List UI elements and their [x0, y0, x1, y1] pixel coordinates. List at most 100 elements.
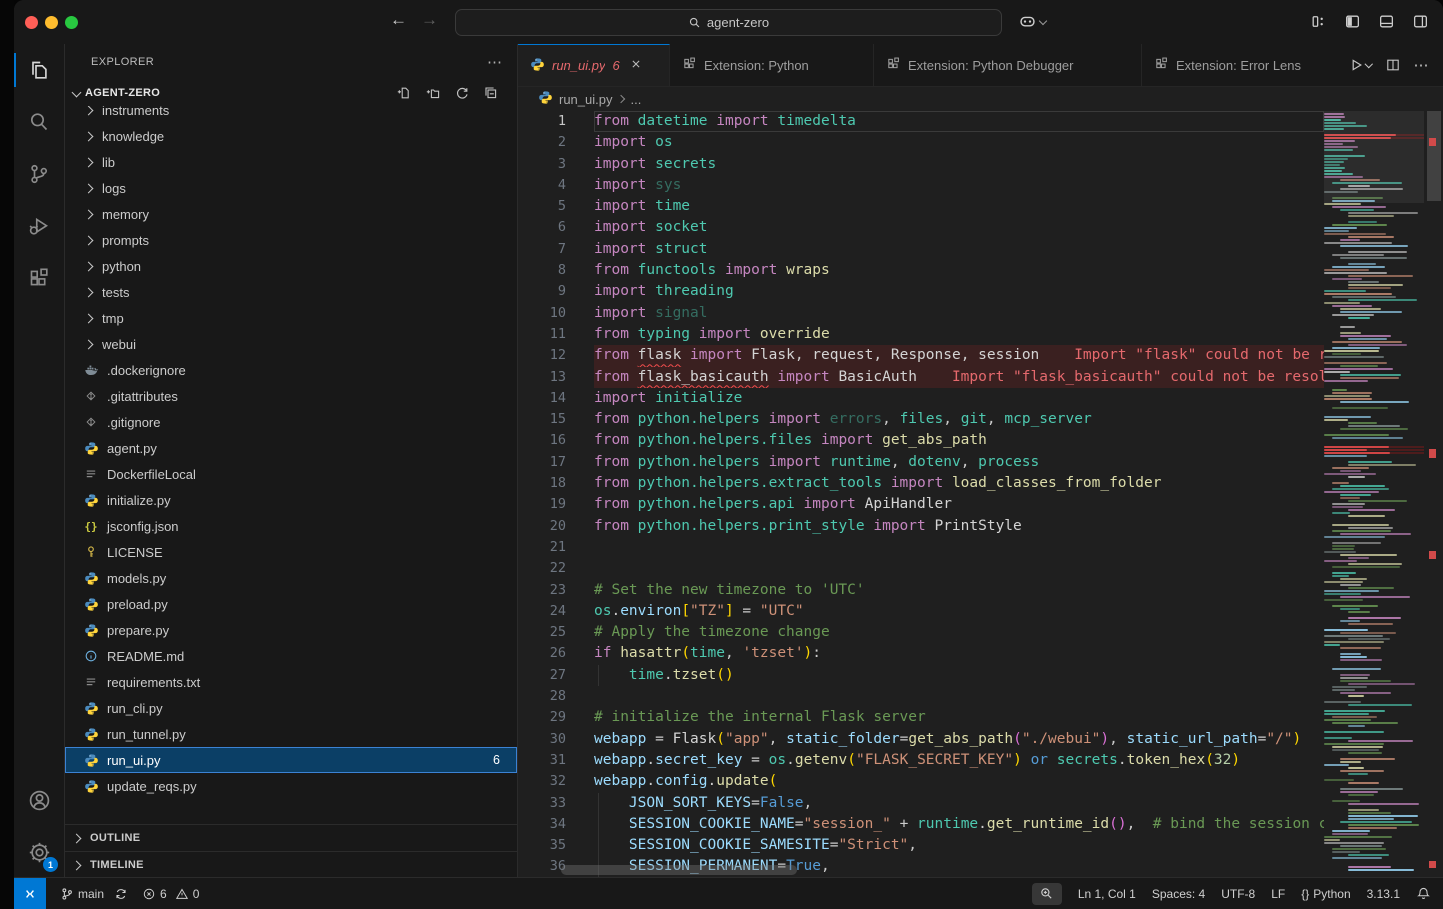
code-line-1[interactable]: 1 from datetime import timedelta — [518, 111, 1324, 133]
collapse-all-icon[interactable] — [483, 85, 499, 101]
python-interpreter[interactable]: 3.13.1 — [1367, 887, 1400, 901]
refresh-icon[interactable] — [454, 85, 470, 101]
code-line-9[interactable]: 9 import threading — [518, 281, 1324, 302]
file-item-README.md[interactable]: README.md — [65, 643, 517, 669]
back-button[interactable]: ← — [390, 10, 407, 30]
code-line-21[interactable]: 21 — [518, 537, 1324, 558]
folder-item-webui[interactable]: webui — [65, 331, 517, 357]
customize-layout-icon[interactable] — [1310, 13, 1327, 30]
code-line-30[interactable]: 30 webapp = Flask("app", static_folder=ge… — [518, 729, 1324, 750]
code-pane[interactable]: 1 from datetime import timedelta 2 import o… — [518, 111, 1324, 878]
new-folder-icon[interactable] — [425, 85, 441, 101]
activity-settings[interactable]: 1 — [14, 826, 64, 878]
code-line-34[interactable]: 34 SESSION_COOKIE_NAME="session_" + runt… — [518, 813, 1324, 836]
explorer-more-actions-icon[interactable]: ⋯ — [487, 53, 503, 71]
folder-item-lib[interactable]: lib — [65, 149, 517, 175]
code-line-27[interactable]: 27 time.tzset() — [518, 664, 1324, 687]
code-line-10[interactable]: 10 import signal — [518, 303, 1324, 324]
branch-indicator[interactable]: main — [60, 887, 128, 901]
split-editor-icon[interactable] — [1385, 57, 1401, 73]
code-line-2[interactable]: 2 import os — [518, 132, 1324, 153]
indentation[interactable]: Spaces: 4 — [1152, 887, 1205, 901]
file-item-models.py[interactable]: models.py — [65, 565, 517, 591]
tab-run-ui-py[interactable]: run_ui.py 6 — [518, 44, 670, 86]
file-item-run_cli.py[interactable]: run_cli.py — [65, 695, 517, 721]
activity-extensions[interactable] — [14, 252, 64, 304]
code-line-25[interactable]: 25 # Apply the timezone change — [518, 622, 1324, 643]
code-line-35[interactable]: 35 SESSION_COOKIE_SAMESITE="Strict", — [518, 835, 1324, 857]
file-item-LICENSE[interactable]: LICENSE — [65, 539, 517, 565]
file-item-.dockerignore[interactable]: .dockerignore — [65, 357, 517, 383]
code-line-18[interactable]: 18 from python.helpers.extract_tools impo… — [518, 473, 1324, 494]
language-mode[interactable]: {} Python — [1301, 887, 1350, 901]
toggle-secondary-sidebar-icon[interactable] — [1412, 13, 1429, 30]
code-line-5[interactable]: 5 import time — [518, 196, 1324, 217]
code-line-7[interactable]: 7 import struct — [518, 239, 1324, 260]
folder-item-prompts[interactable]: prompts — [65, 227, 517, 253]
code-line-31[interactable]: 31 webapp.secret_key = os.getenv("FLASK_S… — [518, 750, 1324, 771]
file-item-update_reqs.py[interactable]: update_reqs.py — [65, 773, 517, 799]
minimap-slider[interactable] — [1324, 111, 1424, 203]
copilot-menu[interactable] — [1018, 12, 1048, 31]
folder-item-tests[interactable]: tests — [65, 279, 517, 305]
code-line-23[interactable]: 23 # Set the new timezone to 'UTC' — [518, 580, 1324, 601]
code-line-15[interactable]: 15 from python.helpers import errors, fil… — [518, 409, 1324, 430]
bell-icon[interactable] — [1416, 886, 1431, 901]
run-python-file-button[interactable] — [1348, 57, 1373, 73]
toggle-panel-icon[interactable] — [1378, 13, 1395, 30]
folder-item-knowledge[interactable]: knowledge — [65, 123, 517, 149]
file-item-DockerfileLocal[interactable]: DockerfileLocal — [65, 461, 517, 487]
close-icon[interactable] — [629, 57, 643, 74]
folder-item-python[interactable]: python — [65, 253, 517, 279]
file-item-initialize.py[interactable]: initialize.py — [65, 487, 517, 513]
folder-item-memory[interactable]: memory — [65, 201, 517, 227]
command-center-search[interactable]: agent-zero — [455, 9, 1002, 36]
code-line-16[interactable]: 16 from python.helpers.files import get_a… — [518, 430, 1324, 451]
code-line-4[interactable]: 4 import sys — [518, 175, 1324, 196]
tab-extension-python-debugger[interactable]: Extension: Python Debugger — [874, 44, 1142, 86]
problems-indicator[interactable]: 6 0 — [142, 887, 199, 901]
minimize-window-button[interactable] — [45, 16, 58, 29]
code-line-19[interactable]: 19 from python.helpers.api import ApiHand… — [518, 494, 1324, 515]
code-line-32[interactable]: 32 webapp.config.update( — [518, 771, 1324, 792]
code-line-6[interactable]: 6 import socket — [518, 217, 1324, 238]
folder-item-logs[interactable]: logs — [65, 175, 517, 201]
more-actions-icon[interactable]: ⋯ — [1414, 56, 1430, 74]
folder-item-tmp[interactable]: tmp — [65, 305, 517, 331]
tab-extension-python[interactable]: Extension: Python — [670, 44, 874, 86]
code-line-20[interactable]: 20 from python.helpers.print_style import… — [518, 516, 1324, 537]
minimap[interactable] — [1324, 113, 1424, 878]
activity-explorer[interactable] — [14, 44, 64, 96]
maximize-window-button[interactable] — [65, 16, 78, 29]
file-item-.gitignore[interactable]: .gitignore — [65, 409, 517, 435]
file-item-run_tunnel.py[interactable]: run_tunnel.py — [65, 721, 517, 747]
file-item-agent.py[interactable]: agent.py — [65, 435, 517, 461]
code-line-3[interactable]: 3 import secrets — [518, 154, 1324, 175]
horizontal-scrollbar-thumb[interactable] — [561, 865, 797, 875]
encoding[interactable]: UTF-8 — [1221, 887, 1255, 901]
code-line-24[interactable]: 24 os.environ["TZ"] = "UTC" — [518, 601, 1324, 622]
code-line-13[interactable]: 13 from flask_basicauth import BasicAuth … — [518, 366, 1324, 388]
cursor-position[interactable]: Ln 1, Col 1 — [1078, 887, 1136, 901]
tab-extension-error-lens[interactable]: Extension: Error Lens — [1142, 44, 1334, 86]
code-line-14[interactable]: 14 import initialize — [518, 388, 1324, 409]
eol-sequence[interactable]: LF — [1271, 887, 1285, 901]
code-line-28[interactable]: 28 — [518, 686, 1324, 707]
breadcrumb-file[interactable]: run_ui.py — [559, 92, 612, 107]
activity-source-control[interactable] — [14, 148, 64, 200]
breadcrumb-symbol[interactable]: ... — [630, 92, 641, 107]
activity-search[interactable] — [14, 96, 64, 148]
remote-indicator[interactable] — [14, 878, 46, 909]
new-file-icon[interactable] — [396, 85, 412, 101]
file-item-.gitattributes[interactable]: .gitattributes — [65, 383, 517, 409]
vertical-scrollbar-thumb[interactable] — [1427, 111, 1441, 201]
activity-accounts[interactable] — [14, 774, 64, 826]
code-line-8[interactable]: 8 from functools import wraps — [518, 260, 1324, 281]
code-line-33[interactable]: 33 JSON_SORT_KEYS=False, — [518, 792, 1324, 814]
forward-button[interactable]: → — [421, 10, 438, 30]
close-window-button[interactable] — [25, 16, 38, 29]
code-line-11[interactable]: 11 from typing import override — [518, 324, 1324, 345]
file-item-requirements.txt[interactable]: requirements.txt — [65, 669, 517, 695]
timeline-section[interactable]: TIMELINE — [65, 851, 517, 878]
file-item-preload.py[interactable]: preload.py — [65, 591, 517, 617]
